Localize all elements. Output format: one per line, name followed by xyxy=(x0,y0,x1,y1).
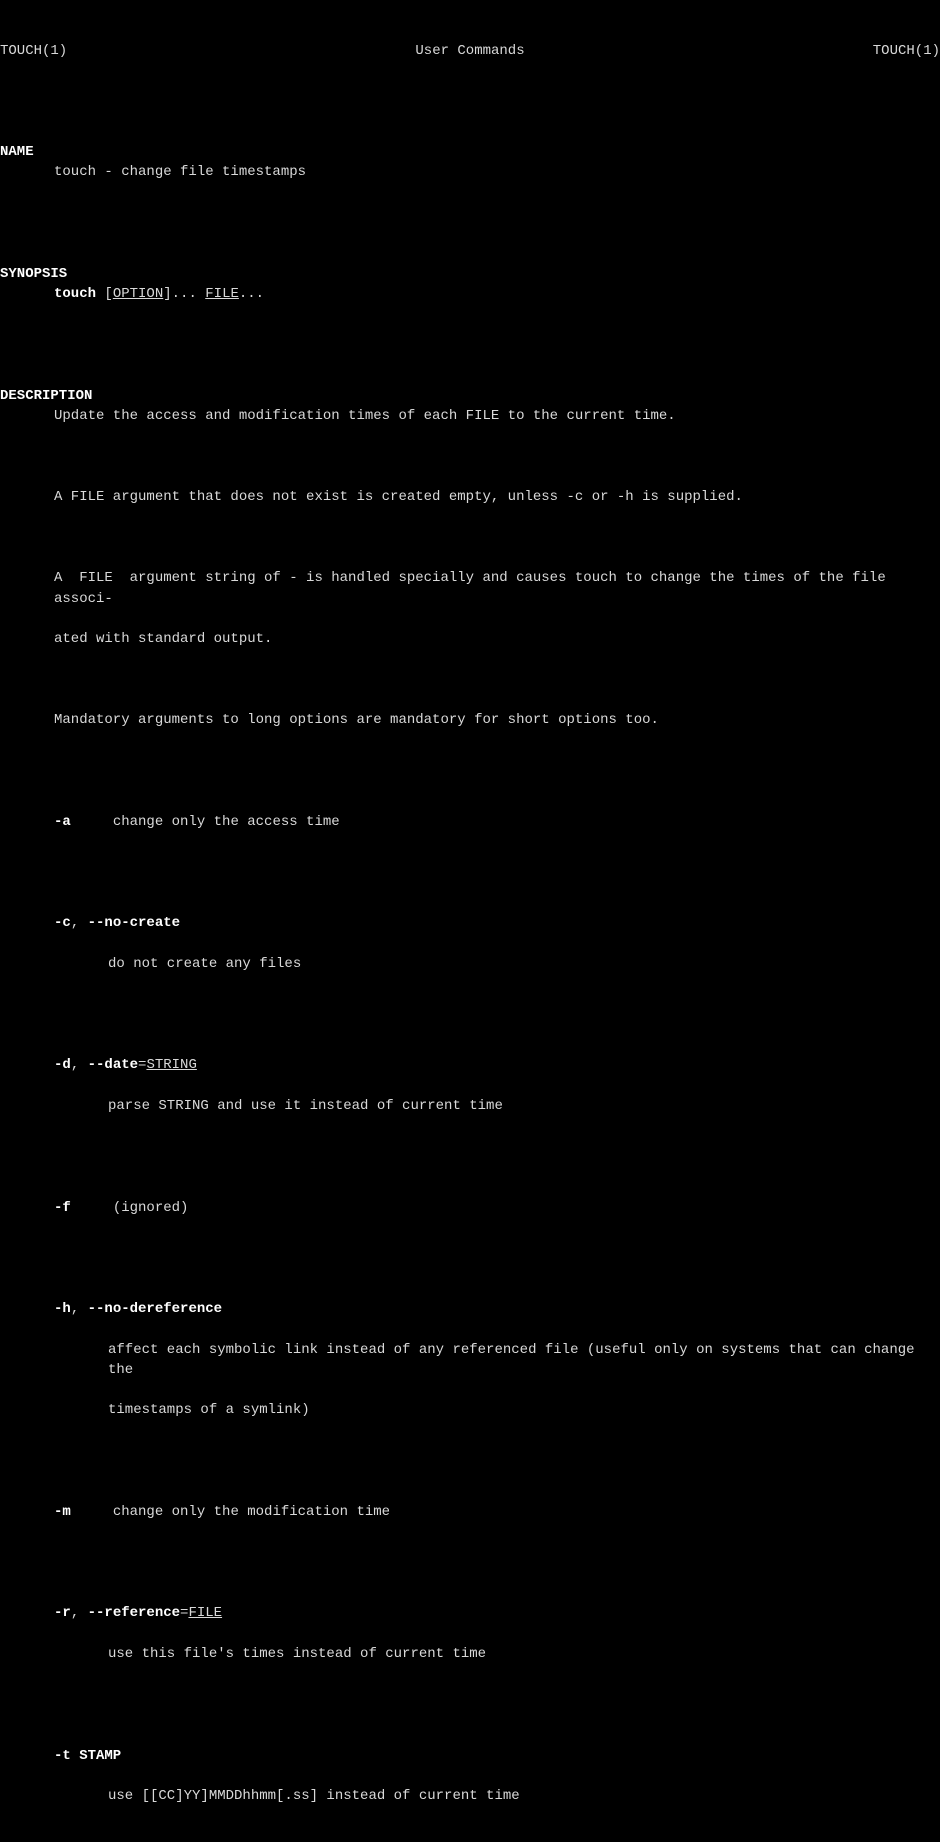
opt-a-desc: change only the access time xyxy=(113,814,340,830)
opt-a: -a change only the access time xyxy=(0,812,940,832)
synopsis-cmd: touch xyxy=(54,286,96,302)
opt-c-flag: -c xyxy=(54,915,71,931)
desc-p4: Mandatory arguments to long options are … xyxy=(0,710,940,730)
opt-h: -h, --no-dereference xyxy=(0,1299,940,1319)
man-page: TOUCH(1) User Commands TOUCH(1) NAME tou… xyxy=(0,0,940,1842)
man-header: TOUCH(1) User Commands TOUCH(1) xyxy=(0,41,940,61)
desc-p3a: A FILE argument string of - is handled s… xyxy=(0,568,940,609)
section-description: DESCRIPTION xyxy=(0,388,92,404)
section-synopsis: SYNOPSIS xyxy=(0,266,67,282)
opt-f-flag: -f xyxy=(54,1200,71,1216)
desc-p1: Update the access and modification times… xyxy=(0,406,940,426)
opt-d-long: --date xyxy=(88,1057,138,1073)
opt-h-desc1: affect each symbolic link instead of any… xyxy=(0,1340,940,1381)
opt-h-flag: -h xyxy=(54,1301,71,1317)
opt-t: -t STAMP xyxy=(0,1746,940,1766)
opt-r-arg: FILE xyxy=(188,1605,222,1621)
opt-t-flag: -t STAMP xyxy=(54,1748,121,1764)
opt-a-flag: -a xyxy=(54,814,71,830)
opt-r: -r, --reference=FILE xyxy=(0,1603,940,1623)
opt-c: -c, --no-create xyxy=(0,913,940,933)
opt-r-desc: use this file's times instead of current… xyxy=(0,1644,940,1664)
opt-d-arg: STRING xyxy=(146,1057,196,1073)
name-text: touch - change file timestamps xyxy=(0,162,940,182)
desc-p2: A FILE argument that does not exist is c… xyxy=(0,487,940,507)
opt-d-flag: -d xyxy=(54,1057,71,1073)
opt-r-flag: -r xyxy=(54,1605,71,1621)
opt-t-desc: use [[CC]YY]MMDDhhmm[.ss] instead of cur… xyxy=(0,1786,940,1806)
header-left: TOUCH(1) xyxy=(0,41,67,61)
section-name: NAME xyxy=(0,144,34,160)
opt-c-long: --no-create xyxy=(88,915,180,931)
synopsis-file: FILE xyxy=(205,286,239,302)
opt-f-desc: (ignored) xyxy=(113,1200,189,1216)
header-center: User Commands xyxy=(415,41,524,61)
synopsis-line: touch [OPTION]... FILE... xyxy=(0,284,940,304)
header-right: TOUCH(1) xyxy=(873,41,940,61)
opt-m-flag: -m xyxy=(54,1504,71,1520)
opt-d-desc: parse STRING and use it instead of curre… xyxy=(0,1096,940,1116)
opt-h-long: --no-dereference xyxy=(88,1301,222,1317)
synopsis-option: OPTION xyxy=(113,286,163,302)
opt-r-long: --reference xyxy=(88,1605,180,1621)
opt-d: -d, --date=STRING xyxy=(0,1055,940,1075)
desc-p3b: ated with standard output. xyxy=(0,629,940,649)
opt-c-desc: do not create any files xyxy=(0,954,940,974)
opt-h-desc2: timestamps of a symlink) xyxy=(0,1400,940,1420)
opt-f: -f (ignored) xyxy=(0,1198,940,1218)
opt-m-desc: change only the modification time xyxy=(113,1504,390,1520)
opt-m: -m change only the modification time xyxy=(0,1502,940,1522)
